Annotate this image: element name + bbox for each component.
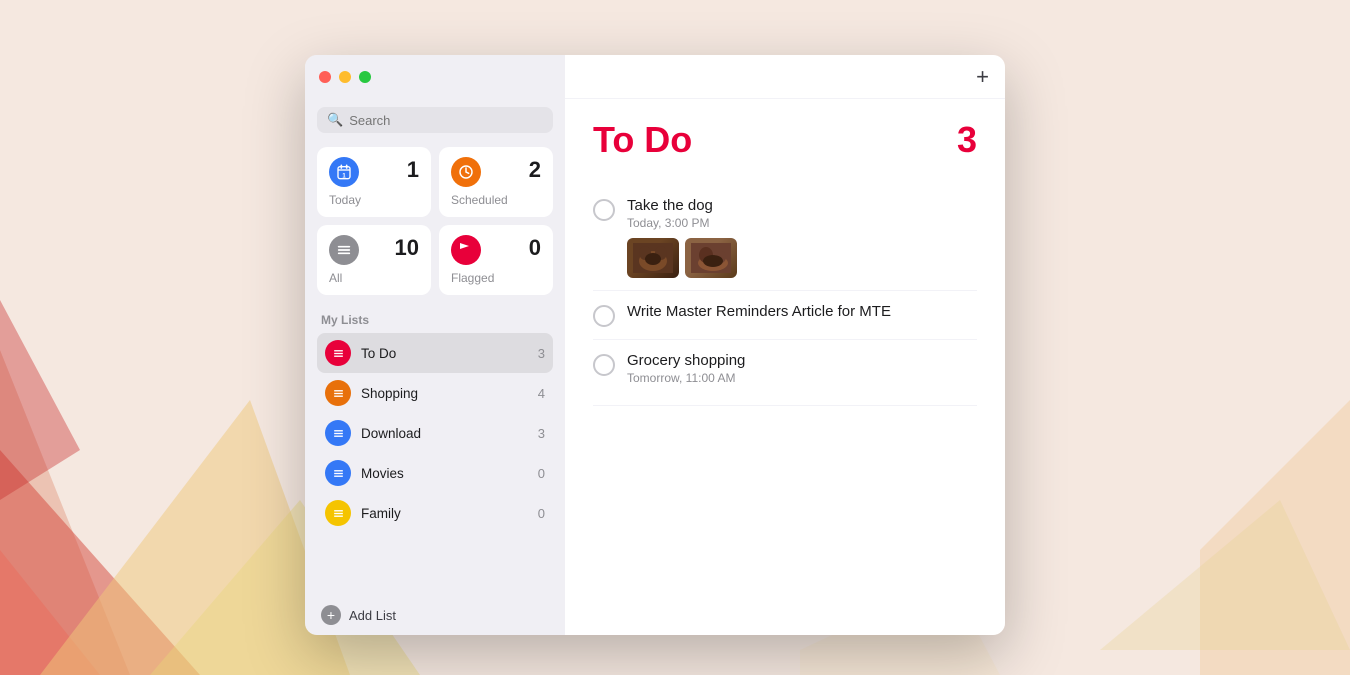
title-bar	[305, 55, 565, 99]
add-list-icon: +	[321, 605, 341, 625]
reminder-content-2: Write Master Reminders Article for MTE	[627, 303, 977, 322]
shopping-icon	[325, 380, 351, 406]
main-body: To Do 3 Take the dog Today, 3:00 PM	[565, 99, 1005, 635]
list-item-download[interactable]: Download 3	[317, 413, 553, 453]
app-window: 🔍 1 1 Today 2	[305, 55, 1005, 635]
all-label: All	[329, 271, 419, 285]
all-icon	[329, 235, 359, 265]
todo-icon	[325, 340, 351, 366]
download-count: 3	[538, 426, 545, 441]
smart-list-all[interactable]: 10 All	[317, 225, 431, 295]
main-toolbar: +	[565, 55, 1005, 99]
smart-list-scheduled[interactable]: 2 Scheduled	[439, 147, 553, 217]
search-bar[interactable]: 🔍	[317, 107, 553, 133]
today-icon: 1	[329, 157, 359, 187]
download-name: Download	[361, 426, 528, 441]
reminder-title-3: Grocery shopping	[627, 352, 977, 369]
reminder-content-1: Take the dog Today, 3:00 PM	[627, 197, 977, 278]
search-icon: 🔍	[327, 112, 343, 128]
todo-name: To Do	[361, 346, 528, 361]
reminder-thumb-1	[627, 238, 679, 278]
list-total-count: 3	[957, 119, 977, 161]
minimize-button[interactable]	[339, 71, 351, 83]
list-item-movies[interactable]: Movies 0	[317, 453, 553, 493]
my-lists-header: My Lists	[317, 313, 553, 327]
today-count: 1	[407, 157, 419, 183]
family-name: Family	[361, 506, 528, 521]
list-title-row: To Do 3	[593, 119, 977, 161]
reminder-title-1: Take the dog	[627, 197, 977, 214]
flagged-icon	[451, 235, 481, 265]
search-input[interactable]	[349, 113, 543, 128]
list-item-family[interactable]: Family 0	[317, 493, 553, 533]
movies-count: 0	[538, 466, 545, 481]
maximize-button[interactable]	[359, 71, 371, 83]
shopping-count: 4	[538, 386, 545, 401]
family-count: 0	[538, 506, 545, 521]
reminder-content-3: Grocery shopping Tomorrow, 11:00 AM	[627, 352, 977, 393]
my-lists-section: My Lists To Do 3 Shopping 4 Downloa	[305, 313, 565, 595]
reminder-subtitle-3: Tomorrow, 11:00 AM	[627, 371, 977, 385]
reminder-title-2: Write Master Reminders Article for MTE	[627, 303, 977, 320]
list-item-todo[interactable]: To Do 3	[317, 333, 553, 373]
flagged-count: 0	[529, 235, 541, 261]
scheduled-icon	[451, 157, 481, 187]
reminder-checkbox-1[interactable]	[593, 199, 615, 221]
family-icon	[325, 500, 351, 526]
reminder-item: Write Master Reminders Article for MTE	[593, 291, 977, 340]
add-list-button[interactable]: + Add List	[305, 595, 565, 635]
flagged-label: Flagged	[451, 271, 541, 285]
list-title: To Do	[593, 119, 692, 161]
smart-list-today[interactable]: 1 1 Today	[317, 147, 431, 217]
reminder-item: Take the dog Today, 3:00 PM	[593, 185, 977, 291]
todo-count: 3	[538, 346, 545, 361]
shopping-name: Shopping	[361, 386, 528, 401]
reminder-subtitle-1: Today, 3:00 PM	[627, 216, 977, 230]
list-item-shopping[interactable]: Shopping 4	[317, 373, 553, 413]
reminder-thumb-2	[685, 238, 737, 278]
reminder-checkbox-2[interactable]	[593, 305, 615, 327]
sidebar: 🔍 1 1 Today 2	[305, 55, 565, 635]
movies-name: Movies	[361, 466, 528, 481]
download-icon	[325, 420, 351, 446]
reminder-item: Grocery shopping Tomorrow, 11:00 AM	[593, 340, 977, 406]
movies-icon	[325, 460, 351, 486]
reminder-checkbox-3[interactable]	[593, 354, 615, 376]
smart-list-flagged[interactable]: 0 Flagged	[439, 225, 553, 295]
scheduled-count: 2	[529, 157, 541, 183]
reminder-images-1	[627, 238, 977, 278]
close-button[interactable]	[319, 71, 331, 83]
scheduled-label: Scheduled	[451, 193, 541, 207]
all-count: 10	[395, 235, 419, 261]
add-list-label: Add List	[349, 608, 396, 623]
smart-lists: 1 1 Today 2 Scheduled	[305, 147, 565, 295]
add-reminder-button[interactable]: +	[976, 66, 989, 88]
main-content: + To Do 3 Take the dog Today, 3:00 PM	[565, 55, 1005, 635]
today-label: Today	[329, 193, 419, 207]
